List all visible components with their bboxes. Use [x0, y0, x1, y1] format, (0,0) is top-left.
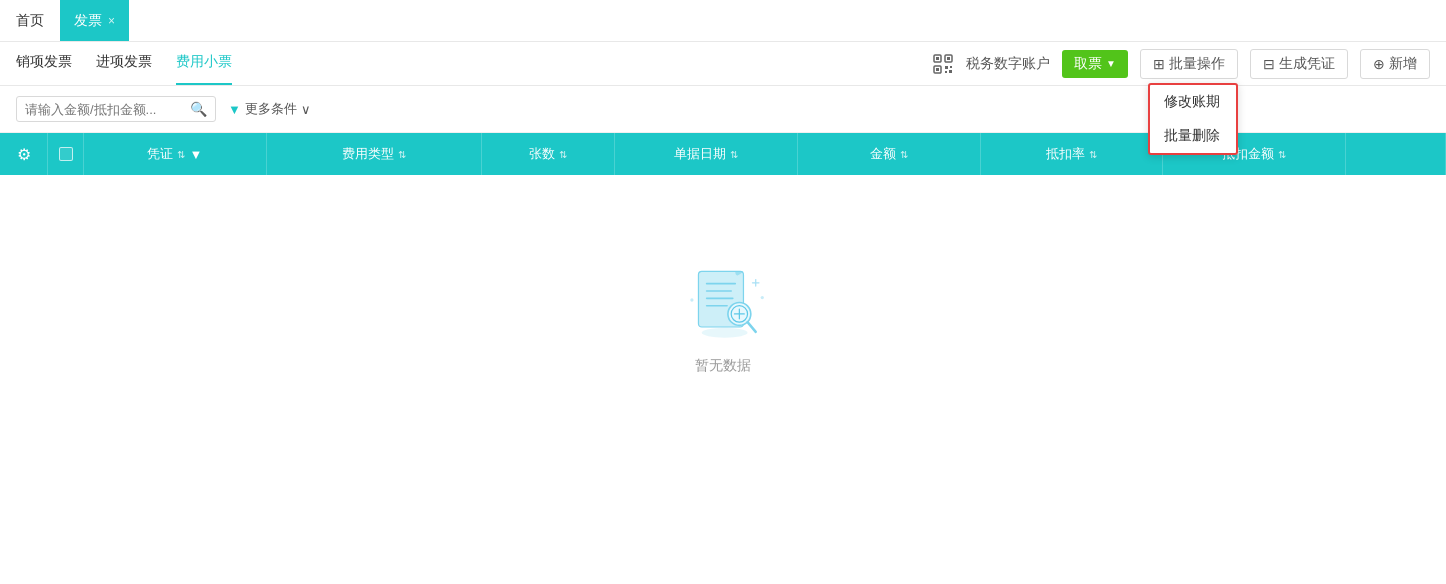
- invoice-tab[interactable]: 发票 ×: [60, 0, 129, 41]
- svg-point-25: [690, 298, 693, 301]
- th-amount: 金额 ⇅: [798, 133, 981, 175]
- tab-input-invoice[interactable]: 进项发票: [96, 42, 152, 85]
- svg-rect-5: [936, 68, 939, 71]
- search-input[interactable]: [25, 102, 184, 117]
- select-all-checkbox[interactable]: [59, 147, 73, 161]
- tab-expense-receipt[interactable]: 费用小票: [176, 42, 232, 85]
- generate-voucher-icon: ⊟: [1263, 56, 1275, 72]
- batch-op-button[interactable]: ⊞ 批量操作: [1140, 49, 1238, 79]
- qr-code-icon[interactable]: [932, 53, 954, 75]
- batch-op-wrapper: ⊞ 批量操作 修改账期 批量删除: [1140, 49, 1238, 79]
- more-filter-button[interactable]: ▼ 更多条件 ∨: [228, 100, 311, 118]
- svg-point-24: [761, 296, 764, 299]
- svg-rect-6: [945, 66, 948, 69]
- svg-rect-9: [949, 70, 952, 73]
- th-checkbox[interactable]: [48, 133, 84, 175]
- voucher-filter-icon[interactable]: ▼: [189, 147, 202, 162]
- close-icon[interactable]: ×: [108, 14, 115, 28]
- search-icon[interactable]: 🔍: [190, 101, 207, 117]
- th-voucher: 凭证 ⇅ ▼: [84, 133, 267, 175]
- empty-state: 暂无数据: [0, 175, 1446, 415]
- count-sort-icon[interactable]: ⇅: [559, 149, 567, 160]
- more-filter-chevron: ∨: [301, 102, 311, 117]
- amount-sort-icon[interactable]: ⇅: [900, 149, 908, 160]
- home-nav-item[interactable]: 首页: [0, 0, 60, 41]
- invoice-tab-label: 发票: [74, 12, 102, 30]
- deduct-rate-sort-icon[interactable]: ⇅: [1089, 149, 1097, 160]
- svg-rect-8: [945, 71, 947, 73]
- svg-rect-1: [936, 57, 939, 60]
- sub-tabs-left: 销项发票 进项发票 费用小票: [16, 42, 232, 85]
- dropdown-item-modify-period[interactable]: 修改账期: [1150, 85, 1236, 119]
- svg-point-10: [702, 328, 748, 338]
- svg-rect-3: [947, 57, 950, 60]
- main-content: 销项发票 进项发票 费用小票: [0, 42, 1446, 584]
- expense-type-sort-icon[interactable]: ⇅: [398, 149, 406, 160]
- settings-icon: ⚙: [17, 145, 31, 164]
- search-wrapper: 🔍: [16, 96, 216, 122]
- batch-op-icon: ⊞: [1153, 56, 1165, 72]
- tab-sales-invoice[interactable]: 销项发票: [16, 42, 72, 85]
- sub-tabs-right: 税务数字账户 取票 ▼ ⊞ 批量操作 修改账期 批量删除 ⊟ 生成凭: [932, 49, 1430, 79]
- empty-state-text: 暂无数据: [695, 357, 751, 375]
- svg-rect-7: [950, 66, 952, 68]
- add-icon: ⊕: [1373, 56, 1385, 72]
- th-count: 张数 ⇅: [482, 133, 615, 175]
- empty-state-illustration: [673, 255, 773, 345]
- filter-icon: ▼: [228, 102, 241, 117]
- add-button[interactable]: ⊕ 新增: [1360, 49, 1430, 79]
- th-date: 单据日期 ⇅: [615, 133, 798, 175]
- th-deduct-rate: 抵扣率 ⇅: [981, 133, 1164, 175]
- voucher-sort-icon[interactable]: ⇅: [177, 149, 185, 160]
- generate-voucher-button[interactable]: ⊟ 生成凭证: [1250, 49, 1348, 79]
- dropdown-item-batch-delete[interactable]: 批量删除: [1150, 119, 1236, 153]
- th-settings[interactable]: ⚙: [0, 133, 48, 175]
- tax-account-button[interactable]: 税务数字账户: [966, 55, 1050, 73]
- svg-line-19: [748, 322, 756, 332]
- take-ticket-button[interactable]: 取票 ▼: [1062, 50, 1128, 78]
- date-sort-icon[interactable]: ⇅: [730, 149, 738, 160]
- batch-op-dropdown: 修改账期 批量删除: [1148, 83, 1238, 155]
- sub-tabs-bar: 销项发票 进项发票 费用小票: [0, 42, 1446, 86]
- deduct-amount-sort-icon[interactable]: ⇅: [1278, 149, 1286, 160]
- th-extra: [1346, 133, 1446, 175]
- top-nav: 首页 发票 ×: [0, 0, 1446, 42]
- take-ticket-chevron: ▼: [1106, 58, 1116, 69]
- th-expense-type: 费用类型 ⇅: [267, 133, 483, 175]
